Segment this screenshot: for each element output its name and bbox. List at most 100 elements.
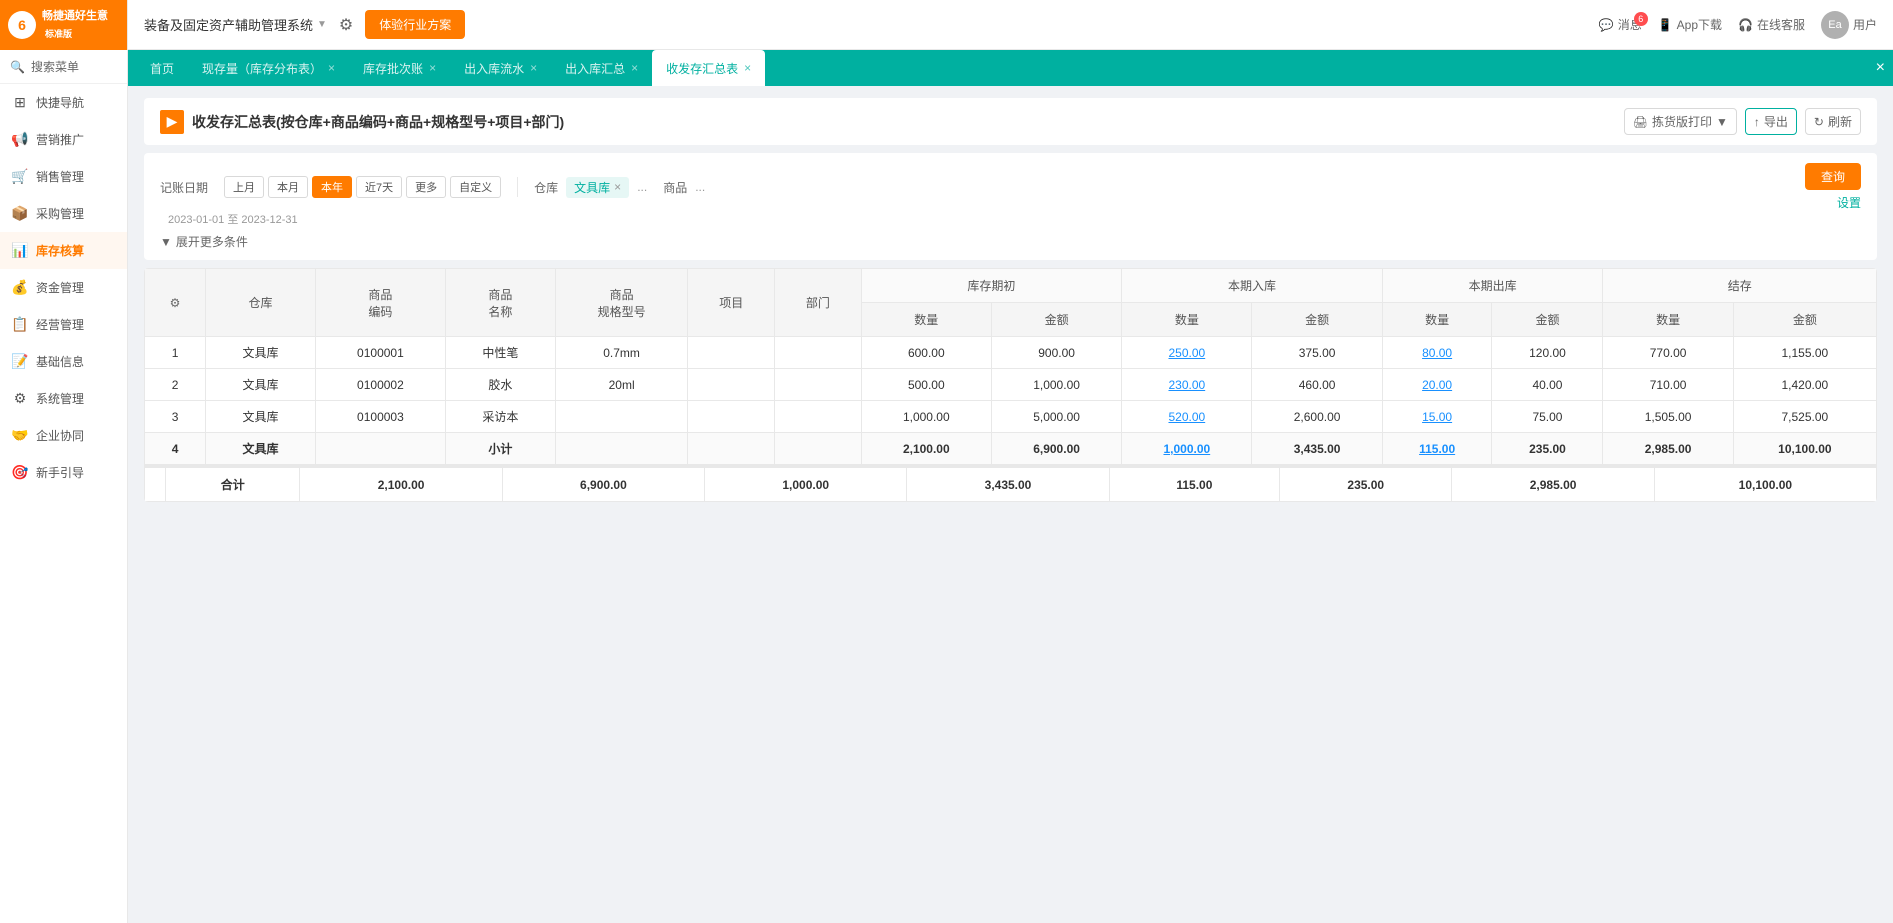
date-btn-7days[interactable]: 近7天 xyxy=(356,176,402,198)
row-code xyxy=(315,433,445,465)
settings-link[interactable]: 设置 xyxy=(1837,194,1861,211)
total-footer: 合计 2,100.00 6,900.00 1,000.00 3,435.00 1… xyxy=(144,465,1877,502)
sales-icon: 🛒 xyxy=(12,169,28,185)
quick-nav-icon: ⊞ xyxy=(12,95,28,111)
tab-recv-send-summary-close[interactable]: × xyxy=(744,61,751,75)
tab-inout-summary[interactable]: 出入库汇总 × xyxy=(551,50,652,86)
th-outbound: 本期出库 xyxy=(1382,269,1603,303)
tab-inout-flow[interactable]: 出入库流水 × xyxy=(450,50,551,86)
row-out-qty[interactable]: 20.00 xyxy=(1382,369,1492,401)
tab-batch-close[interactable]: × xyxy=(429,61,436,75)
logo-text: 畅捷通好生意 xyxy=(42,9,108,23)
row-in-qty[interactable]: 250.00 xyxy=(1122,337,1252,369)
row-in-qty[interactable]: 230.00 xyxy=(1122,369,1252,401)
row-opening-amt: 900.00 xyxy=(991,337,1121,369)
th-opening: 库存期初 xyxy=(861,269,1122,303)
goods-filter: 商品 ... xyxy=(663,179,705,196)
tab-inout-summary-label: 出入库汇总 xyxy=(565,60,625,77)
goods-more[interactable]: ... xyxy=(695,180,705,194)
tab-bar-close[interactable]: × xyxy=(1876,59,1885,77)
experience-button[interactable]: 体验行业方案 xyxy=(365,10,465,39)
sidebar-item-quick-nav[interactable]: ⊞ 快捷导航 xyxy=(0,84,127,121)
sidebar-item-basic[interactable]: 📝 基础信息 xyxy=(0,343,127,380)
headset-icon: 🎧 xyxy=(1738,18,1753,32)
total-label: 合计 xyxy=(166,468,300,502)
tab-inout-flow-close[interactable]: × xyxy=(530,61,537,75)
message-action[interactable]: 💬 消息 6 xyxy=(1599,16,1642,33)
tab-recv-send-summary[interactable]: 收发存汇总表 × xyxy=(652,50,765,86)
warehouse-tag-text: 文具库 xyxy=(574,179,610,196)
settings-button[interactable]: ⚙ xyxy=(339,15,353,35)
th-in-amt: 金额 xyxy=(1252,303,1382,337)
sidebar-item-label: 系统管理 xyxy=(36,390,84,407)
row-in-qty[interactable]: 1,000.00 xyxy=(1122,433,1252,465)
row-out-qty[interactable]: 15.00 xyxy=(1382,401,1492,433)
row-code: 0100003 xyxy=(315,401,445,433)
date-btn-last-month[interactable]: 上月 xyxy=(224,176,264,198)
sidebar-item-operations[interactable]: 📋 经营管理 xyxy=(0,306,127,343)
search-menu-item[interactable]: 🔍 搜索菜单 xyxy=(0,50,127,84)
tab-batch-label: 库存批次账 xyxy=(363,60,423,77)
sidebar-item-sales[interactable]: 🛒 销售管理 xyxy=(0,158,127,195)
warehouse-tag: 文具库 × xyxy=(566,177,629,198)
table-row: 2 文具库 0100002 胶水 20ml 500.00 1,000.00 23… xyxy=(145,369,1877,401)
tab-home[interactable]: 首页 xyxy=(136,50,188,86)
th-code: 商品编码 xyxy=(315,269,445,337)
data-table: ⚙ 仓库 商品编码 商品名称 商品规格型号 项目 部门 库存期初 本期入库 本期… xyxy=(144,268,1877,465)
export-label: 导出 xyxy=(1764,113,1788,130)
th-in-qty: 数量 xyxy=(1122,303,1252,337)
table-subtotal-row: 4 文具库 小计 2,100.00 6,900.00 1,000.00 3,43… xyxy=(145,433,1877,465)
row-in-qty[interactable]: 520.00 xyxy=(1122,401,1252,433)
row-opening-qty: 2,100.00 xyxy=(861,433,991,465)
row-spec: 0.7mm xyxy=(555,337,688,369)
total-opening-qty: 2,100.00 xyxy=(300,468,502,502)
sidebar-item-marketing[interactable]: 📢 营销推广 xyxy=(0,121,127,158)
system-title-select[interactable]: 装备及固定资产辅助管理系统 ▼ xyxy=(144,15,327,34)
row-opening-amt: 1,000.00 xyxy=(991,369,1121,401)
online-service-label: 在线客服 xyxy=(1757,16,1805,33)
tab-inventory-dist-label: 现存量（库存分布表） xyxy=(202,60,322,77)
table-settings-icon[interactable]: ⚙ xyxy=(145,269,206,337)
sidebar-item-collab[interactable]: 🤝 企业协同 xyxy=(0,417,127,454)
row-closing-qty: 770.00 xyxy=(1603,337,1733,369)
app-download-action[interactable]: 📱 App下载 xyxy=(1658,16,1722,33)
row-out-qty[interactable]: 115.00 xyxy=(1382,433,1492,465)
system-icon: ⚙ xyxy=(12,391,28,407)
online-service-action[interactable]: 🎧 在线客服 xyxy=(1738,16,1805,33)
date-btn-custom[interactable]: 自定义 xyxy=(450,176,501,198)
sidebar-item-guide[interactable]: 🎯 新手引导 xyxy=(0,454,127,491)
row-warehouse: 文具库 xyxy=(206,369,316,401)
sidebar-item-finance[interactable]: 💰 资金管理 xyxy=(0,269,127,306)
tab-batch[interactable]: 库存批次账 × xyxy=(349,50,450,86)
print-template-button[interactable]: 🖨 拣货版打印 ▼ xyxy=(1624,108,1737,135)
top-header: 装备及固定资产辅助管理系统 ▼ ⚙ 体验行业方案 💬 消息 6 📱 App下载 … xyxy=(128,0,1893,50)
filter-divider xyxy=(517,177,518,197)
refresh-button[interactable]: ↻ 刷新 xyxy=(1805,108,1861,135)
row-out-qty[interactable]: 80.00 xyxy=(1382,337,1492,369)
sidebar-logo: 6 畅捷通好生意 标准版 xyxy=(0,0,127,50)
row-warehouse: 文具库 xyxy=(206,433,316,465)
expand-more-btn[interactable]: ▼ 展开更多条件 xyxy=(160,233,1861,250)
tab-inventory-dist[interactable]: 现存量（库存分布表） × xyxy=(188,50,349,86)
th-project: 项目 xyxy=(688,269,775,337)
th-spec: 商品规格型号 xyxy=(555,269,688,337)
export-button[interactable]: ↑ 导出 xyxy=(1745,108,1797,135)
export-icon: ↑ xyxy=(1754,115,1760,129)
tab-inventory-dist-close[interactable]: × xyxy=(328,61,335,75)
row-in-amt: 375.00 xyxy=(1252,337,1382,369)
tab-inout-summary-close[interactable]: × xyxy=(631,61,638,75)
user-action[interactable]: Ea 用户 xyxy=(1821,11,1877,39)
sidebar-item-inventory[interactable]: 📊 库存核算 xyxy=(0,232,127,269)
date-btn-this-month[interactable]: 本月 xyxy=(268,176,308,198)
date-btn-this-year[interactable]: 本年 xyxy=(312,176,352,198)
expand-toggle[interactable]: ▶ xyxy=(160,110,184,134)
warehouse-more[interactable]: ... xyxy=(637,180,647,194)
warehouse-tag-close[interactable]: × xyxy=(614,180,621,194)
date-btn-more[interactable]: 更多 xyxy=(406,176,446,198)
query-button[interactable]: 查询 xyxy=(1805,163,1861,190)
sidebar-item-system[interactable]: ⚙ 系统管理 xyxy=(0,380,127,417)
sidebar-item-label: 库存核算 xyxy=(36,242,84,259)
sidebar-item-purchase[interactable]: 📦 采购管理 xyxy=(0,195,127,232)
goods-label: 商品 xyxy=(663,179,687,196)
warehouse-filter: 仓库 文具库 × ... xyxy=(534,177,647,198)
